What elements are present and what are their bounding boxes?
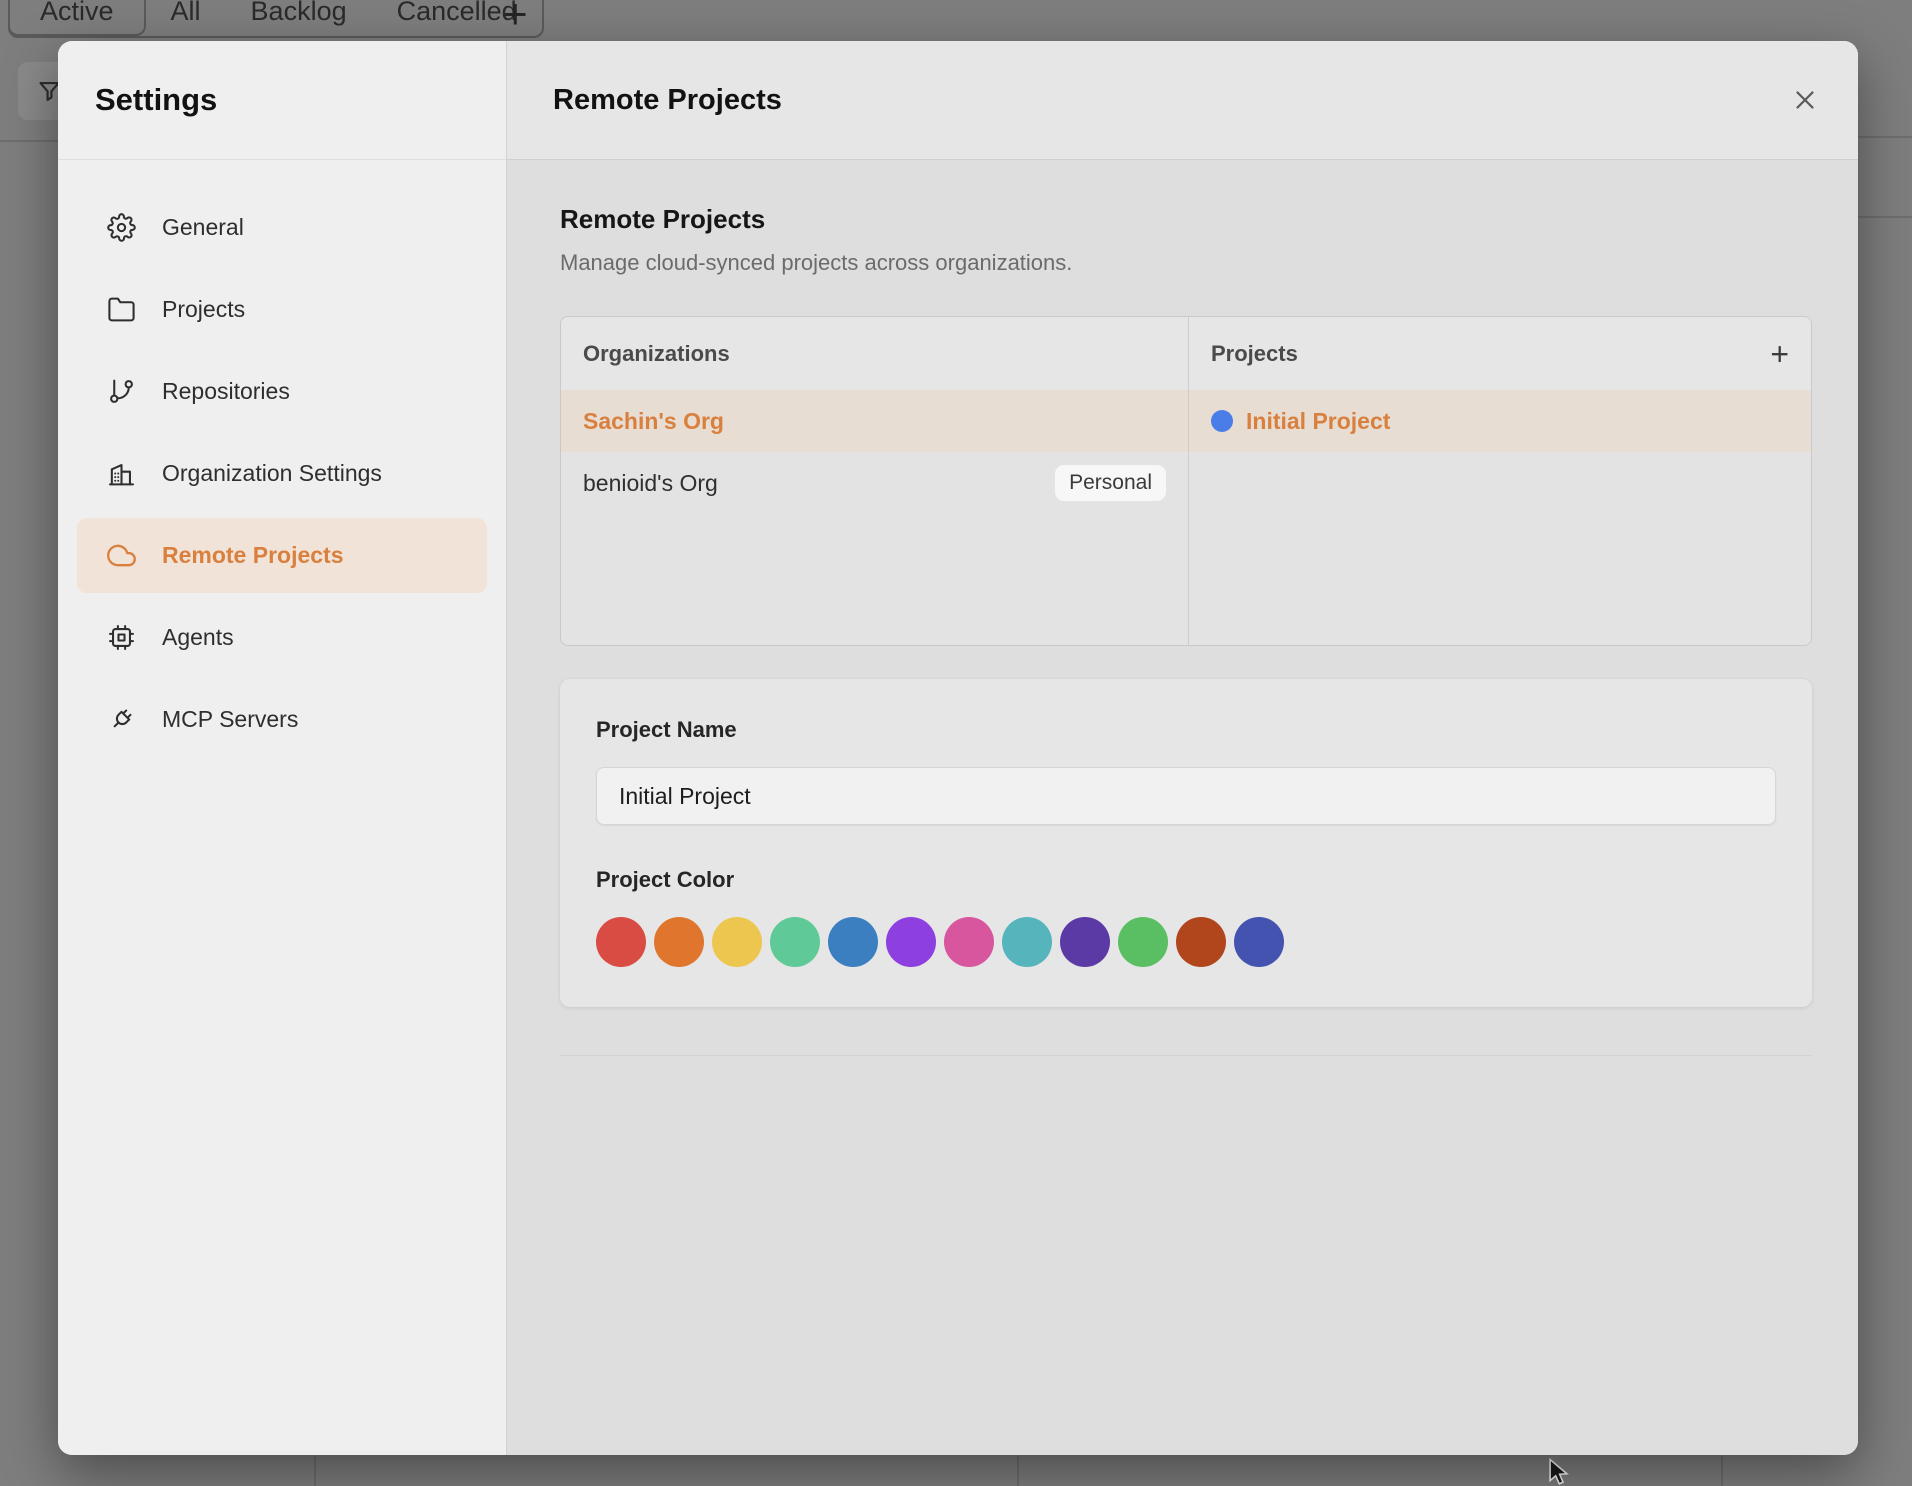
panel-content: Remote Projects Manage cloud-synced proj… [507,160,1858,1455]
color-swatch-pink[interactable] [944,917,994,967]
board-column-divider [1721,1456,1723,1486]
sidebar-item-repositories[interactable]: Repositories [77,354,487,429]
project-color-label: Project Color [596,867,735,892]
close-button[interactable] [1783,78,1827,122]
organizations-column-header: Organizations [561,317,1188,390]
color-swatch-row [596,917,1776,967]
color-swatch-rust[interactable] [1176,917,1226,967]
cloud-icon [107,544,136,567]
add-tab-button[interactable]: + [503,0,528,38]
settings-nav: General Projects Repositories Organizati… [58,160,506,764]
section-title: Remote Projects [560,204,766,234]
project-name-label: Project Name [596,717,737,742]
color-swatch-red[interactable] [596,917,646,967]
building-icon [108,464,135,486]
settings-sidebar-header: Settings [58,41,506,160]
org-project-table: Organizations Sachin's Org benioid's Org… [560,316,1812,646]
sidebar-item-general[interactable]: General [77,190,487,265]
sidebar-item-label: General [162,214,244,240]
project-row-initial-project[interactable]: Initial Project [1189,390,1811,452]
sidebar-item-label: Organization Settings [162,460,382,486]
project-name: Initial Project [1246,407,1391,434]
project-color-dot [1211,410,1233,432]
sidebar-item-label: Remote Projects [162,542,344,568]
section-divider [560,1055,1812,1056]
color-swatch-purple[interactable] [1060,917,1110,967]
color-swatch-yellow[interactable] [712,917,762,967]
sidebar-item-label: Repositories [162,378,290,404]
organizations-header-label: Organizations [583,340,730,366]
chip-icon [108,624,135,651]
sidebar-item-remote-projects[interactable]: Remote Projects [77,518,487,593]
settings-dialog: Settings General Projects Repositories O… [58,41,1858,1455]
panel-header: Remote Projects [507,41,1858,160]
sidebar-item-label: MCP Servers [162,706,299,732]
projects-column: Projects + Initial Project [1189,317,1811,645]
board-divider [1858,136,1912,138]
organization-row-benioids-org[interactable]: benioid's Org Personal [561,452,1188,514]
color-swatch-orange[interactable] [654,917,704,967]
panel-title: Remote Projects [553,83,782,116]
settings-main-panel: Remote Projects Remote Projects Manage c… [507,41,1858,1455]
personal-badge: Personal [1055,465,1166,501]
board-column-divider [1017,1456,1019,1486]
sidebar-item-label: Agents [162,624,234,650]
sidebar-item-mcp-servers[interactable]: MCP Servers [77,682,487,757]
folder-icon [108,297,135,322]
color-swatch-indigo[interactable] [1234,917,1284,967]
git-branch-icon [110,379,133,403]
section-subtitle: Manage cloud-synced projects across orga… [560,250,1073,275]
organizations-column: Organizations Sachin's Org benioid's Org… [561,317,1189,645]
projects-column-header: Projects + [1189,317,1811,390]
close-icon [1796,91,1814,109]
gear-icon [107,213,136,242]
tab-active[interactable]: Active [8,0,146,36]
sidebar-item-organization-settings[interactable]: Organization Settings [77,436,487,511]
color-swatch-mint[interactable] [770,917,820,967]
view-tab-bar: Active All Backlog Cancelled [8,0,544,38]
sidebar-item-projects[interactable]: Projects [77,272,487,347]
organization-name: Sachin's Org [583,407,724,434]
color-swatch-teal[interactable] [1002,917,1052,967]
tab-backlog[interactable]: Backlog [226,0,372,36]
add-project-button[interactable]: + [1770,338,1789,370]
board-divider [1858,216,1912,218]
color-swatch-violet[interactable] [886,917,936,967]
color-swatch-blue[interactable] [828,917,878,967]
board-divider [0,140,58,142]
project-details-panel: Project Name Project Color [560,679,1812,1007]
settings-sidebar: Settings General Projects Repositories O… [58,41,507,1455]
organization-name: benioid's Org [583,469,718,496]
project-name-input[interactable] [596,767,1776,825]
mouse-cursor [1549,1458,1569,1485]
plug-icon [113,709,132,728]
color-swatch-green[interactable] [1118,917,1168,967]
projects-header-label: Projects [1211,340,1298,366]
board-column-divider [314,1456,316,1486]
organization-row-sachins-org[interactable]: Sachin's Org [561,390,1188,452]
sidebar-item-agents[interactable]: Agents [77,600,487,675]
sidebar-item-label: Projects [162,296,246,322]
tab-all[interactable]: All [146,0,226,36]
settings-title: Settings [95,82,218,117]
